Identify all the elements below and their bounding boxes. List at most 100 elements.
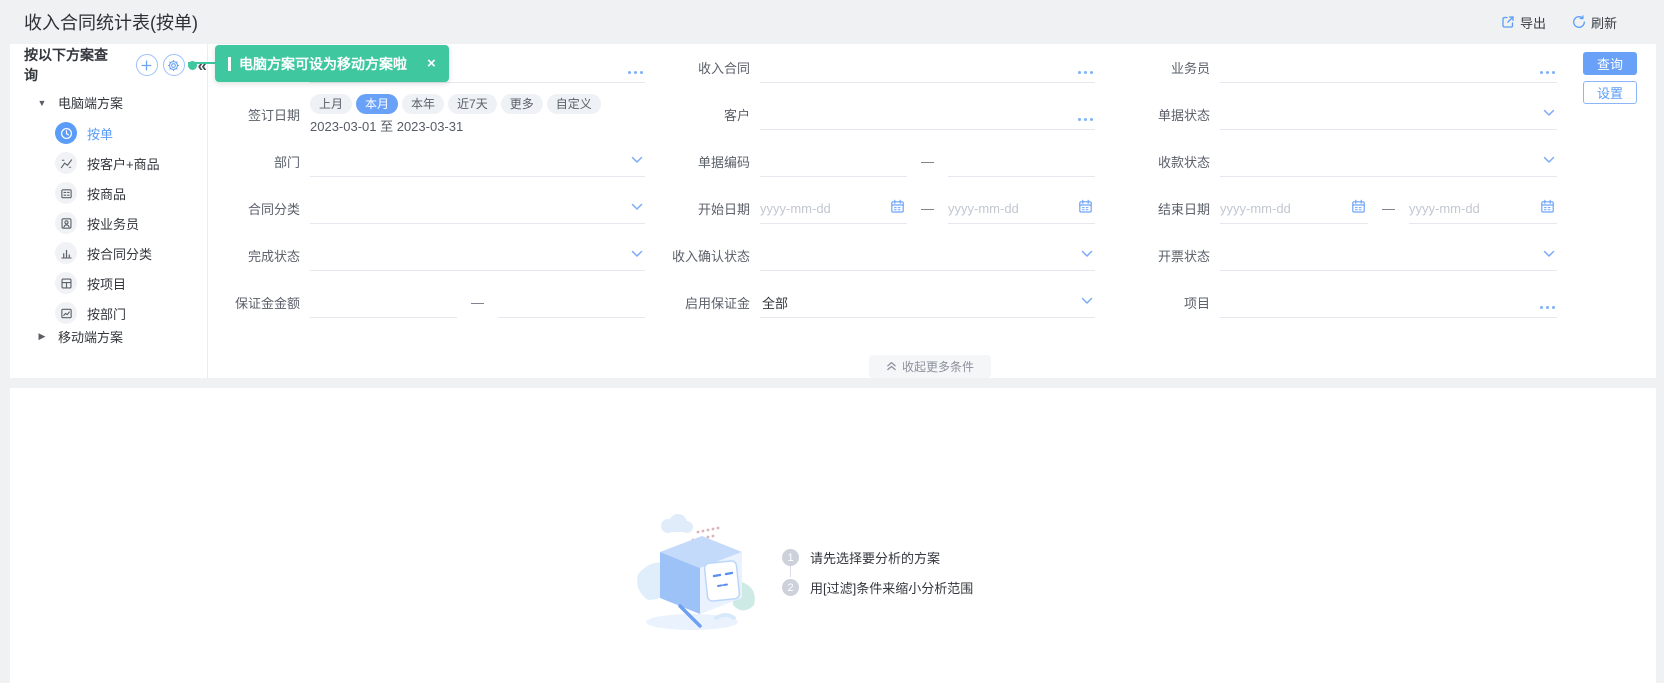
refresh-label: 刷新 xyxy=(1590,15,1617,31)
customer-field[interactable] xyxy=(760,100,1095,130)
deposit-amount-from-input[interactable] xyxy=(310,290,457,314)
pill-last-month[interactable]: 上月 xyxy=(310,94,353,114)
empty-state-steps: 1 请先选择要分析的方案 2 用[过滤]条件来缩小分析范围 xyxy=(782,548,973,597)
pill-more[interactable]: 更多 xyxy=(500,94,543,114)
income-contract-field[interactable] xyxy=(760,53,1095,83)
step-1-text: 请先选择要分析的方案 xyxy=(810,551,941,566)
calendar-icon[interactable] xyxy=(1540,199,1555,217)
sidebar-item-by-project[interactable]: 按项目 xyxy=(55,268,126,298)
chevron-down-icon xyxy=(1543,246,1555,261)
export-button[interactable]: 导出 xyxy=(1501,13,1546,32)
filter-receipt-status: 收款状态 xyxy=(1119,138,1557,185)
start-date-from-input[interactable] xyxy=(760,196,888,220)
double-chevron-up-icon xyxy=(886,360,897,374)
ellipsis-icon[interactable] xyxy=(1078,70,1093,74)
finish-status-select[interactable] xyxy=(310,241,645,271)
pill-custom[interactable]: 自定义 xyxy=(546,94,601,114)
filter-invoice-status: 开票状态 xyxy=(1119,232,1557,279)
deposit-enabled-select[interactable]: 全部 xyxy=(760,288,1095,318)
pill-this-year[interactable]: 本年 xyxy=(402,94,445,114)
sidebar-item-label: 按单 xyxy=(87,126,114,142)
sidebar-header-title: 按以下方案查询 xyxy=(24,47,108,83)
doc-code-to-input[interactable] xyxy=(948,149,1095,173)
result-panel: 1 请先选择要分析的方案 2 用[过滤]条件来缩小分析范围 xyxy=(10,388,1656,683)
step-1-number: 1 xyxy=(782,549,799,566)
collapse-sidebar-icon[interactable]: « xyxy=(198,57,207,74)
filter-customer: 客户 xyxy=(659,91,1095,138)
filter-label: 单据状态 xyxy=(1157,108,1210,123)
sidebar-item-label: 按项目 xyxy=(87,276,127,292)
collapse-more-label: 收起更多条件 xyxy=(901,360,974,374)
income-confirm-status-select[interactable] xyxy=(760,241,1095,271)
pill-this-month[interactable]: 本月 xyxy=(356,94,399,114)
top-bar: 收入合同统计表(按单) 导出 刷新 xyxy=(0,0,1664,44)
trend-chart-icon xyxy=(55,152,77,174)
project-layout-icon xyxy=(55,272,77,294)
filter-dept: 部门 xyxy=(209,138,645,185)
filter-label: 单据编码 xyxy=(697,155,750,170)
sidebar-item-by-customer-product[interactable]: 按客户+商品 xyxy=(55,148,160,178)
filter-label: 部门 xyxy=(273,155,300,170)
line-chart-icon xyxy=(55,302,77,324)
sidebar-item-by-contract-category[interactable]: 按合同分类 xyxy=(55,238,152,268)
bar-chart-icon xyxy=(55,242,77,264)
pill-last-7-days[interactable]: 近7天 xyxy=(448,94,497,114)
step-2-text: 用[过滤]条件来缩小分析范围 xyxy=(810,581,974,596)
toast-accent-bar xyxy=(228,56,231,71)
salesman-field[interactable] xyxy=(1220,53,1557,83)
refresh-button[interactable]: 刷新 xyxy=(1572,13,1617,32)
sidebar-item-label: 按合同分类 xyxy=(87,246,153,262)
doc-code-from-input[interactable] xyxy=(760,149,907,173)
expanded-arrow-icon: ▼ xyxy=(37,97,47,108)
project-field[interactable] xyxy=(1220,288,1557,318)
start-date-to-input[interactable] xyxy=(948,196,1076,220)
tree-group-mobile-schemes[interactable]: ▶ 移动端方案 xyxy=(37,327,123,346)
sidebar-item-by-salesman[interactable]: 按业务员 xyxy=(55,208,139,238)
filter-deposit-amount: 保证金金额 — xyxy=(209,279,645,326)
range-separator: — xyxy=(921,154,934,169)
sidebar-item-label: 按业务员 xyxy=(87,216,140,232)
scheme-settings-button[interactable] xyxy=(162,54,185,76)
sidebar-item-by-order[interactable]: 按单 xyxy=(55,118,113,148)
filter-label: 客户 xyxy=(723,108,750,123)
filter-end-date: 结束日期 — xyxy=(1119,185,1557,232)
query-panel: 按以下方案查询 « ▼ 电脑端方案 按单 按客户+商品 按商品 按业务员 按合同… xyxy=(10,44,1656,378)
add-scheme-button[interactable] xyxy=(135,54,158,76)
step-2-number: 2 xyxy=(782,579,799,596)
ellipsis-icon[interactable] xyxy=(1078,117,1093,121)
sidebar-item-label: 按客户+商品 xyxy=(87,156,160,172)
receipt-status-select[interactable] xyxy=(1220,147,1557,177)
ellipsis-icon[interactable] xyxy=(628,70,643,74)
topbar-actions: 导出 刷新 xyxy=(1501,0,1617,44)
end-date-to-input[interactable] xyxy=(1409,196,1538,220)
deposit-amount-to-input[interactable] xyxy=(498,290,645,314)
close-icon[interactable]: × xyxy=(427,56,436,71)
filter-area: 签订日期 上月 本月 本年 近7天 更多 自定义 2023-03-01 至 20… xyxy=(209,44,1656,378)
invoice-status-select[interactable] xyxy=(1220,241,1557,271)
dept-select[interactable] xyxy=(310,147,645,177)
settings-button[interactable]: 设置 xyxy=(1583,81,1637,104)
mascot-illustration xyxy=(630,512,758,637)
range-separator: — xyxy=(1382,201,1395,216)
filter-label: 收入确认状态 xyxy=(671,249,750,264)
sidebar-item-by-product[interactable]: 按商品 xyxy=(55,178,126,208)
collapse-more-conditions-button[interactable]: 收起更多条件 xyxy=(869,355,991,378)
query-button[interactable]: 查询 xyxy=(1583,52,1637,75)
range-separator: — xyxy=(921,201,934,216)
doc-status-select[interactable] xyxy=(1220,100,1557,130)
filter-doc-code: 单据编码 — xyxy=(659,138,1095,185)
tree-group-pc-schemes[interactable]: ▼ 电脑端方案 xyxy=(37,93,123,112)
end-date-from-input[interactable] xyxy=(1220,196,1349,220)
ellipsis-icon[interactable] xyxy=(1540,305,1555,309)
filter-deposit-enabled: 启用保证金 全部 xyxy=(659,279,1095,326)
sign-date-range-text: 2023-03-01 至 2023-03-31 xyxy=(310,119,464,134)
ellipsis-icon[interactable] xyxy=(1540,70,1555,74)
filter-label: 结束日期 xyxy=(1157,202,1210,217)
sidebar-item-by-department[interactable]: 按部门 xyxy=(55,298,126,328)
calendar-icon[interactable] xyxy=(890,199,905,217)
chevron-down-icon xyxy=(631,246,643,261)
filter-label: 项目 xyxy=(1183,296,1210,311)
calendar-icon[interactable] xyxy=(1351,199,1366,217)
contract-category-select[interactable] xyxy=(310,194,645,224)
calendar-icon[interactable] xyxy=(1078,199,1093,217)
